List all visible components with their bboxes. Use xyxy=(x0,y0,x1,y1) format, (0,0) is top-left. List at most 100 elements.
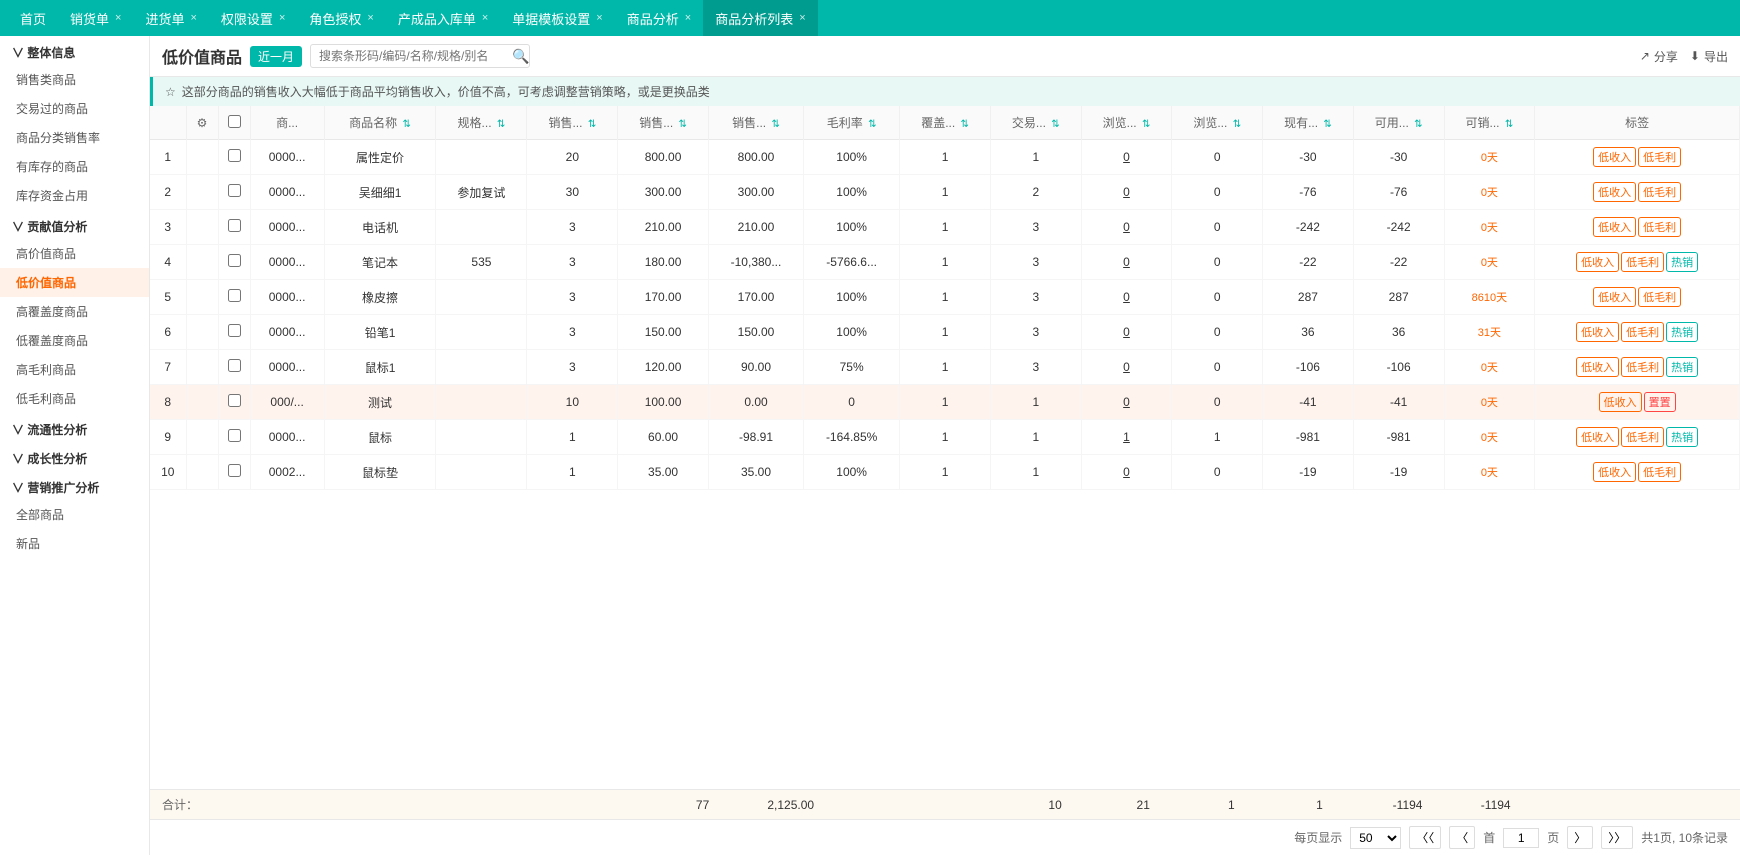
view-link[interactable]: 1 xyxy=(1123,430,1130,444)
cell-view1: 0 xyxy=(1081,175,1172,210)
cell-saleable: 0天 xyxy=(1444,420,1535,455)
search-icon[interactable]: 🔍 xyxy=(512,48,529,65)
sidebar-item-销售类商品[interactable]: 销售类商品 xyxy=(0,65,149,94)
page-input[interactable] xyxy=(1503,828,1539,848)
row-checkbox[interactable] xyxy=(228,254,241,267)
row-checkbox[interactable] xyxy=(228,184,241,197)
close-icon[interactable]: × xyxy=(685,12,691,24)
select-all-checkbox[interactable] xyxy=(228,115,241,128)
cell-tags: 低收入低毛利 xyxy=(1535,210,1740,245)
row-checkbox[interactable] xyxy=(228,149,241,162)
last-page-button[interactable]: 〉〉 xyxy=(1601,826,1633,849)
nav-item-商品分析[interactable]: 商品分析× xyxy=(615,0,703,36)
th-sales2: 销售... ⇅ xyxy=(618,106,709,140)
view-link[interactable]: 0 xyxy=(1123,290,1130,304)
view-link[interactable]: 0 xyxy=(1123,325,1130,339)
sidebar-item-低覆盖度商品[interactable]: 低覆盖度商品 xyxy=(0,326,149,355)
nav-item-权限设置[interactable]: 权限设置× xyxy=(209,0,297,36)
close-icon[interactable]: × xyxy=(115,12,121,24)
cell-sales3: 210.00 xyxy=(708,210,803,245)
sidebar-item-新品[interactable]: 新品 xyxy=(0,529,149,558)
sidebar-section-title[interactable]: ∨ 营销推广分析 xyxy=(0,471,149,500)
view-link[interactable]: 0 xyxy=(1123,150,1130,164)
sidebar-item-商品分类销售率[interactable]: 商品分类销售率 xyxy=(0,123,149,152)
cell-checkbox xyxy=(218,140,250,175)
nav-item-产成品入库单[interactable]: 产成品入库单× xyxy=(386,0,500,36)
cell-view2: 0 xyxy=(1172,280,1263,315)
share-button[interactable]: ↗ 分享 xyxy=(1640,48,1678,65)
first-page-button[interactable]: 〈〈 xyxy=(1409,826,1441,849)
days-value: 31天 xyxy=(1478,327,1501,339)
close-icon[interactable]: × xyxy=(799,12,805,24)
sidebar-item-高价值商品[interactable]: 高价值商品 xyxy=(0,239,149,268)
tag-badge: 低毛利 xyxy=(1638,462,1681,482)
view-link[interactable]: 0 xyxy=(1123,255,1130,269)
tag-badge: 低收入 xyxy=(1593,147,1636,167)
cell-cover: 1 xyxy=(900,385,991,420)
th-label-name: 商品名称 xyxy=(349,116,397,130)
header-actions: ↗ 分享 ⬇ 导出 xyxy=(1640,48,1728,65)
cell-tags: 低收入低毛利热销 xyxy=(1535,315,1740,350)
nav-item-单据模板设置[interactable]: 单据模板设置× xyxy=(500,0,614,36)
cell-spec xyxy=(436,455,527,490)
row-checkbox[interactable] xyxy=(228,359,241,372)
cell-view1: 0 xyxy=(1081,455,1172,490)
sidebar-section-title[interactable]: ∨ 流通性分析 xyxy=(0,413,149,442)
footer-cell xyxy=(382,798,470,812)
view-link[interactable]: 0 xyxy=(1123,220,1130,234)
sidebar-item-高覆盖度商品[interactable]: 高覆盖度商品 xyxy=(0,297,149,326)
row-checkbox[interactable] xyxy=(228,324,241,337)
cell-tags: 低收入置置 xyxy=(1535,385,1740,420)
nav-item-首页[interactable]: 首页 xyxy=(8,0,58,36)
close-icon[interactable]: × xyxy=(190,12,196,24)
tag-badge: 低收入 xyxy=(1599,392,1642,412)
nav-item-角色授权[interactable]: 角色授权× xyxy=(297,0,385,36)
table-row: 30000...电话机3210.00210.00100%1300-242-242… xyxy=(150,210,1740,245)
sidebar-item-全部商品[interactable]: 全部商品 xyxy=(0,500,149,529)
cell-checkbox xyxy=(218,210,250,245)
cell-name: 铅笔1 xyxy=(324,315,436,350)
row-checkbox[interactable] xyxy=(228,394,241,407)
filter-tag-button[interactable]: 近一月 xyxy=(250,46,302,67)
row-checkbox[interactable] xyxy=(228,464,241,477)
sidebar-section-title[interactable]: ∨ 贡献值分析 xyxy=(0,210,149,239)
sidebar-section-title[interactable]: ∨ 成长性分析 xyxy=(0,442,149,471)
cell-current: -19 xyxy=(1263,455,1354,490)
export-button[interactable]: ⬇ 导出 xyxy=(1690,48,1728,65)
cell-code: 0000... xyxy=(250,420,324,455)
prev-page-button[interactable]: 〈 xyxy=(1449,826,1475,849)
nav-item-销货单[interactable]: 销货单× xyxy=(58,0,133,36)
settings-icon[interactable]: ⚙ xyxy=(197,116,208,130)
view-link[interactable]: 0 xyxy=(1123,185,1130,199)
sidebar-item-有库存的商品[interactable]: 有库存的商品 xyxy=(0,152,149,181)
close-icon[interactable]: × xyxy=(279,12,285,24)
nav-item-进货单[interactable]: 进货单× xyxy=(133,0,208,36)
row-checkbox[interactable] xyxy=(228,219,241,232)
cell-code: 0000... xyxy=(250,175,324,210)
sidebar-section-title[interactable]: ∨ 整体信息 xyxy=(0,36,149,65)
cell-margin: 75% xyxy=(804,350,900,385)
search-input[interactable] xyxy=(310,44,530,68)
sidebar-item-低毛利商品[interactable]: 低毛利商品 xyxy=(0,384,149,413)
view-link[interactable]: 0 xyxy=(1123,465,1130,479)
view-link[interactable]: 0 xyxy=(1123,395,1130,409)
close-icon[interactable]: × xyxy=(596,12,602,24)
cell-saleable: 8610天 xyxy=(1444,280,1535,315)
sidebar-item-交易过的商品[interactable]: 交易过的商品 xyxy=(0,94,149,123)
footer-cell xyxy=(1540,798,1628,812)
row-checkbox[interactable] xyxy=(228,429,241,442)
view-link[interactable]: 0 xyxy=(1123,360,1130,374)
per-page-select[interactable]: 50 100 xyxy=(1350,827,1401,849)
sidebar-item-库存资金占用[interactable]: 库存资金占用 xyxy=(0,181,149,210)
cell-sales2: 35.00 xyxy=(618,455,709,490)
close-icon[interactable]: × xyxy=(482,12,488,24)
close-icon[interactable]: × xyxy=(367,12,373,24)
sidebar-item-低价值商品[interactable]: 低价值商品 xyxy=(0,268,149,297)
row-checkbox[interactable] xyxy=(228,289,241,302)
next-page-button[interactable]: 〉 xyxy=(1567,826,1593,849)
th-label-cover: 覆盖... xyxy=(921,116,955,130)
sidebar-item-高毛利商品[interactable]: 高毛利商品 xyxy=(0,355,149,384)
cell-spec: 参加复试 xyxy=(436,175,527,210)
nav-item-商品分析列表[interactable]: 商品分析列表× xyxy=(703,0,817,36)
cell-sales3: 90.00 xyxy=(708,350,803,385)
